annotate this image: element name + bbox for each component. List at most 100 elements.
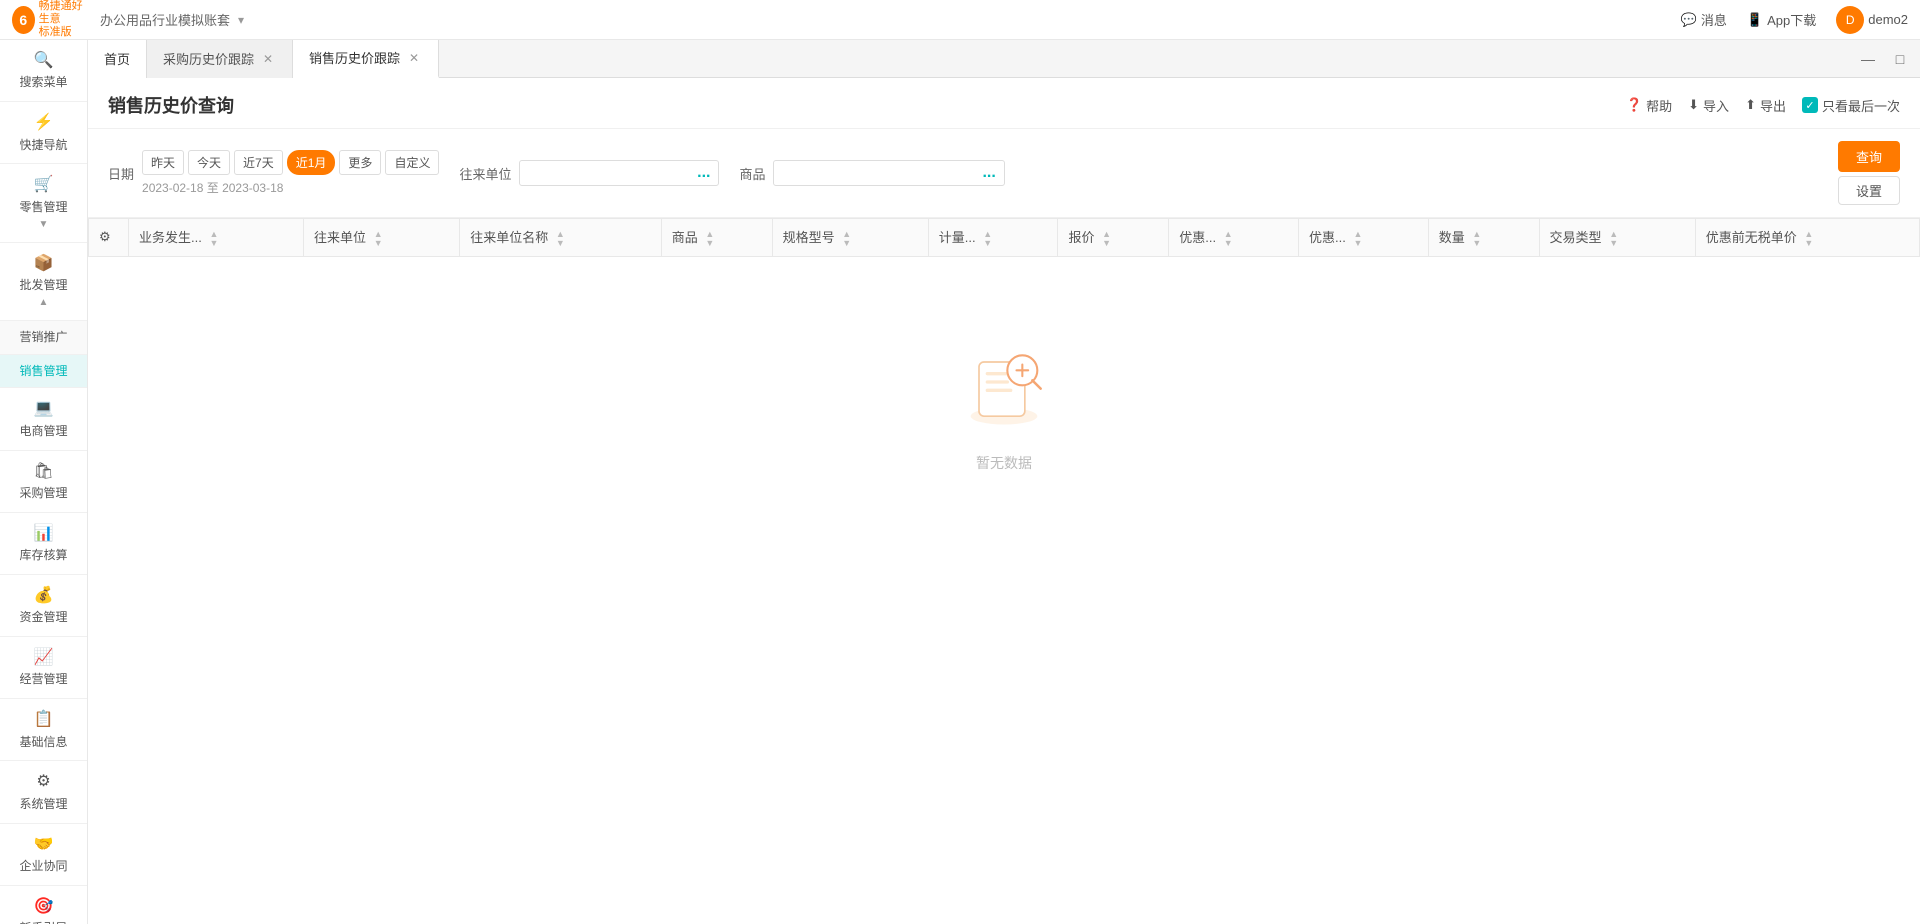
- sidebar-item-sales[interactable]: 销售管理: [0, 355, 87, 389]
- import-button[interactable]: ⬇ 导入: [1688, 96, 1729, 115]
- sidebar-item-newbie[interactable]: 🎯 新手引导: [0, 886, 87, 924]
- product-filter-group: 商品 ...: [739, 160, 1004, 186]
- purchase-icon: 🛍: [33, 461, 53, 483]
- sort-arrows-discount2[interactable]: ▲▼: [1353, 230, 1362, 248]
- export-button[interactable]: ⬆ 导出: [1745, 96, 1786, 115]
- sidebar-item-inventory[interactable]: 📊 库存核算: [0, 513, 87, 575]
- app-download-icon: 📱: [1747, 12, 1763, 28]
- table-settings-icon[interactable]: ⚙: [99, 229, 111, 244]
- tab-sales-history[interactable]: 销售历史价跟踪 ✕: [293, 40, 439, 78]
- user-menu-button[interactable]: D demo2: [1836, 6, 1908, 34]
- sort-arrows-spec[interactable]: ▲▼: [842, 230, 851, 248]
- sidebar-item-marketing[interactable]: 营销推广: [0, 321, 87, 355]
- sidebar-item-operations[interactable]: 📈 经营管理: [0, 637, 87, 699]
- content-area: 首页 采购历史价跟踪 ✕ 销售历史价跟踪 ✕ — □ 销售历史价查询: [88, 40, 1920, 924]
- chevron-down-icon: ▼: [39, 218, 49, 232]
- product-label: 商品: [739, 164, 765, 183]
- col-business-date: 业务发生... ▲▼: [129, 219, 304, 257]
- sort-arrows-business-date[interactable]: ▲▼: [209, 230, 218, 248]
- main-layout: 🔍 搜索菜单 ⚡ 快捷导航 🛒 零售管理 ▼ 📦 批发管理 ▲ 营销推广 销售管…: [0, 40, 1920, 924]
- sidebar-item-wholesale[interactable]: 📦 批发管理 ▲: [0, 243, 87, 321]
- product-picker-button[interactable]: ...: [982, 164, 995, 182]
- top-bar: 6 畅捷通好生意 标准版 办公用品行业模拟账套 ▾ 💬 消息 📱 App下载 D…: [0, 0, 1920, 40]
- date-btn-more[interactable]: 更多: [339, 150, 381, 175]
- table-area: ⚙ 业务发生... ▲▼ 往来单位 ▲▼ 往来单位名称: [88, 218, 1920, 553]
- date-buttons: 昨天 今天 近7天 近1月 更多 自定义: [142, 150, 439, 175]
- counterparty-filter-group: 往来单位 ...: [459, 160, 719, 186]
- checkbox-checked-icon: ✓: [1802, 97, 1818, 113]
- date-btn-7days[interactable]: 近7天: [234, 150, 283, 175]
- sidebar-item-finance[interactable]: 💰 资金管理: [0, 575, 87, 637]
- only-last-checkbox[interactable]: ✓ 只看最后一次: [1802, 96, 1900, 115]
- sort-arrows-discount1[interactable]: ▲▼: [1224, 230, 1233, 248]
- sort-arrows-trade-type[interactable]: ▲▼: [1609, 230, 1618, 248]
- sort-arrows-product[interactable]: ▲▼: [705, 230, 714, 248]
- sidebar-item-purchase[interactable]: 🛍 采购管理: [0, 451, 87, 513]
- wholesale-icon: 📦: [34, 253, 54, 275]
- inventory-icon: 📊: [34, 523, 54, 545]
- header-actions: ❓ 帮助 ⬇ 导入 ⬆ 导出 ✓ 只看最后一次: [1626, 96, 1900, 115]
- help-button[interactable]: ❓ 帮助: [1626, 96, 1672, 115]
- product-input[interactable]: [782, 166, 982, 181]
- date-btn-custom[interactable]: 自定义: [385, 150, 439, 175]
- sidebar-item-enterprise[interactable]: 🤝 企业协同: [0, 824, 87, 886]
- message-icon: 💬: [1681, 12, 1697, 28]
- sidebar-sub-wholesale: 营销推广 销售管理: [0, 321, 87, 389]
- sidebar-item-system[interactable]: ⚙ 系统管理: [0, 761, 87, 823]
- logo-icon: 6: [12, 6, 35, 34]
- date-filter-column: 昨天 今天 近7天 近1月 更多 自定义 2023-02-18 至 2023-0…: [142, 150, 439, 196]
- sort-arrows-quantity[interactable]: ▲▼: [1472, 230, 1481, 248]
- date-btn-today[interactable]: 今天: [188, 150, 230, 175]
- empty-state: 暂无数据: [88, 257, 1920, 553]
- date-btn-1month[interactable]: 近1月: [287, 150, 336, 175]
- date-filter-group: 日期 昨天 今天 近7天 近1月 更多 自定义 2023-02-18 至 202…: [108, 150, 439, 196]
- col-discount2: 优惠... ▲▼: [1299, 219, 1429, 257]
- app-download-button[interactable]: 📱 App下载: [1747, 10, 1816, 29]
- newbie-icon: 🎯: [34, 896, 54, 918]
- sort-arrows-counterparty-code[interactable]: ▲▼: [374, 230, 383, 248]
- settings-button[interactable]: 设置: [1838, 176, 1900, 205]
- sidebar-item-shortcut[interactable]: ⚡ 快捷导航: [0, 102, 87, 164]
- import-icon: ⬇: [1688, 97, 1699, 113]
- sort-arrows-quote[interactable]: ▲▼: [1102, 230, 1111, 248]
- table-settings-col[interactable]: ⚙: [89, 219, 129, 257]
- sidebar-item-basic[interactable]: 📋 基础信息: [0, 699, 87, 761]
- tab-maximize-button[interactable]: □: [1888, 47, 1912, 71]
- sort-arrows-unit[interactable]: ▲▼: [983, 230, 992, 248]
- page-header: 销售历史价查询 ❓ 帮助 ⬇ 导入 ⬆ 导出 ✓: [88, 78, 1920, 129]
- sidebar-item-retail[interactable]: 🛒 零售管理 ▼: [0, 164, 87, 242]
- tab-close-purchase[interactable]: ✕: [260, 51, 276, 67]
- data-table: ⚙ 业务发生... ▲▼ 往来单位 ▲▼ 往来单位名称: [88, 218, 1920, 257]
- date-btn-yesterday[interactable]: 昨天: [142, 150, 184, 175]
- sort-arrows-counterparty-name[interactable]: ▲▼: [556, 230, 565, 248]
- help-icon: ❓: [1626, 97, 1642, 113]
- counterparty-input-wrap: ...: [519, 160, 719, 186]
- col-product: 商品 ▲▼: [661, 219, 772, 257]
- col-spec: 规格型号 ▲▼: [772, 219, 928, 257]
- tab-purchase-history[interactable]: 采购历史价跟踪 ✕: [147, 40, 293, 78]
- tab-close-sales[interactable]: ✕: [406, 50, 422, 66]
- filter-action-buttons: 查询 设置: [1838, 141, 1900, 205]
- col-counterparty-code: 往来单位 ▲▼: [304, 219, 460, 257]
- empty-text: 暂无数据: [976, 453, 1032, 473]
- app-title: 办公用品行业模拟账套 ▾: [92, 10, 1681, 29]
- counterparty-picker-button[interactable]: ...: [697, 164, 710, 182]
- tab-home[interactable]: 首页: [88, 40, 147, 78]
- counterparty-input[interactable]: [528, 166, 697, 181]
- product-input-wrap: ...: [773, 160, 1004, 186]
- col-trade-type: 交易类型 ▲▼: [1539, 219, 1695, 257]
- top-bar-right: 💬 消息 📱 App下载 D demo2: [1681, 6, 1908, 34]
- sidebar-item-ecommerce[interactable]: 💻 电商管理: [0, 388, 87, 450]
- ecommerce-icon: 💻: [34, 398, 54, 420]
- date-range-text: 2023-02-18 至 2023-03-18: [142, 179, 439, 196]
- operations-icon: 📈: [34, 647, 54, 669]
- tab-minimize-button[interactable]: —: [1856, 47, 1880, 71]
- query-button[interactable]: 查询: [1838, 141, 1900, 172]
- col-discount1: 优惠... ▲▼: [1169, 219, 1299, 257]
- sort-arrows-pretax-price[interactable]: ▲▼: [1804, 230, 1813, 248]
- basic-icon: 📋: [34, 709, 54, 731]
- date-label: 日期: [108, 164, 134, 183]
- sidebar-item-search[interactable]: 🔍 搜索菜单: [0, 40, 87, 102]
- message-button[interactable]: 💬 消息: [1681, 10, 1727, 29]
- dropdown-chevron-icon[interactable]: ▾: [238, 13, 244, 27]
